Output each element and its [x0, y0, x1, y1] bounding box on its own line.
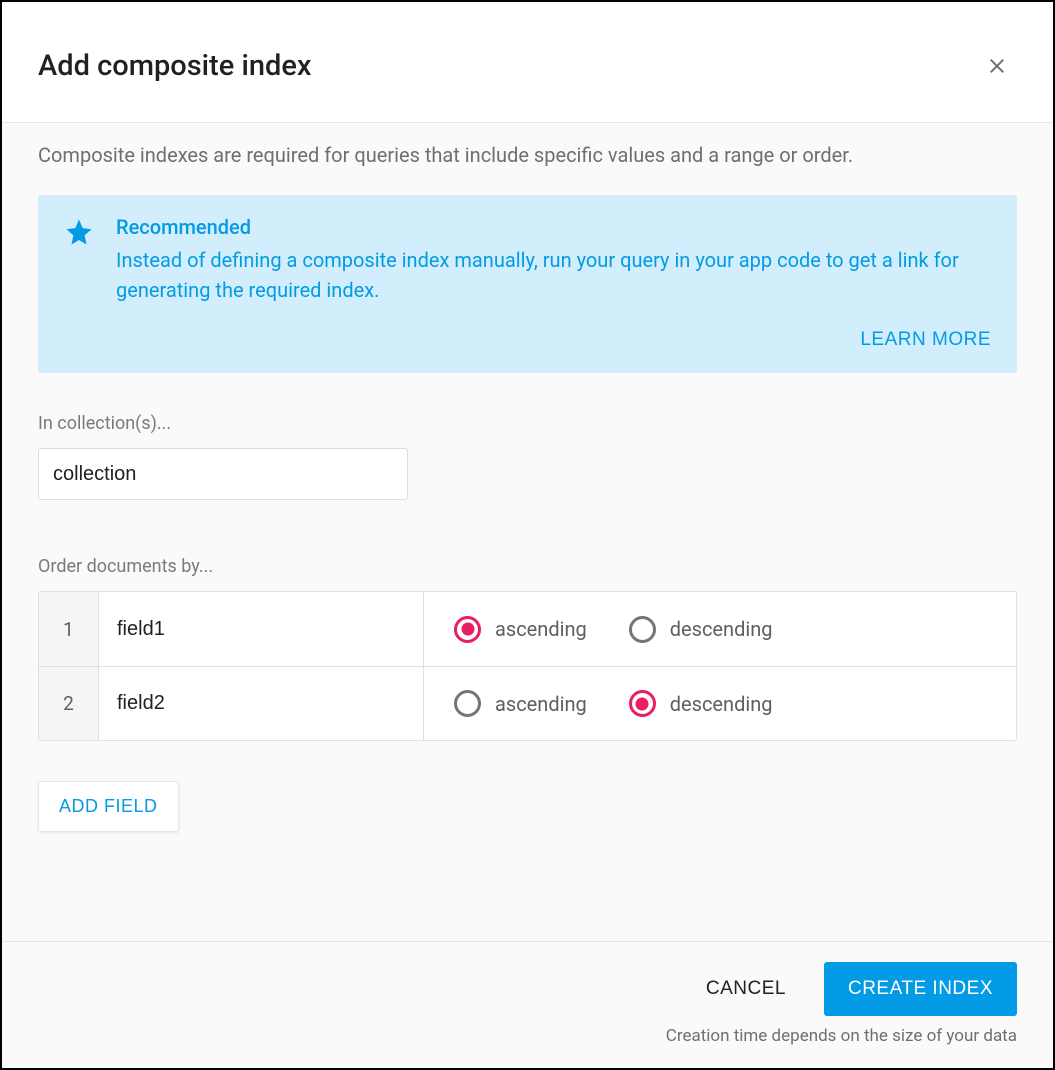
- ascending-radio[interactable]: ascending: [454, 690, 587, 717]
- star-icon: [64, 217, 94, 247]
- recommendation-banner: Recommended Instead of defining a compos…: [38, 195, 1017, 373]
- dialog-subtitle: Composite indexes are required for queri…: [38, 143, 1017, 167]
- order-table: 1 ascending descending: [38, 591, 1017, 741]
- ascending-radio[interactable]: ascending: [454, 616, 587, 643]
- footer-note: Creation time depends on the size of you…: [666, 1026, 1017, 1046]
- order-row: 2 ascending descending: [39, 666, 1016, 740]
- ascending-label: ascending: [495, 692, 587, 716]
- banner-content: Recommended Instead of defining a compos…: [64, 215, 991, 305]
- field-name-input[interactable]: [99, 592, 423, 666]
- field-name-input[interactable]: [99, 667, 423, 740]
- descending-label: descending: [670, 692, 773, 716]
- order-section: Order documents by... 1 ascending: [38, 556, 1017, 832]
- order-row: 1 ascending descending: [39, 592, 1016, 666]
- learn-more-button[interactable]: LEARN MORE: [860, 329, 991, 351]
- radio-icon: [629, 616, 656, 643]
- descending-label: descending: [670, 617, 773, 641]
- add-field-button[interactable]: ADD FIELD: [38, 781, 179, 832]
- order-label: Order documents by...: [38, 556, 1017, 577]
- collection-label: In collection(s)...: [38, 413, 1017, 434]
- add-composite-index-dialog: Add composite index Composite indexes ar…: [2, 2, 1053, 1068]
- close-icon: [985, 54, 1009, 78]
- cancel-button[interactable]: CANCEL: [696, 964, 796, 1014]
- create-index-button[interactable]: CREATE INDEX: [824, 962, 1017, 1016]
- dialog-header: Add composite index: [2, 2, 1053, 123]
- descending-radio[interactable]: descending: [629, 616, 773, 643]
- row-number: 2: [39, 667, 99, 740]
- dialog-title: Add composite index: [38, 49, 311, 83]
- dialog-body: Composite indexes are required for queri…: [2, 123, 1053, 941]
- banner-text: Instead of defining a composite index ma…: [116, 245, 991, 305]
- dialog-footer: CANCEL CREATE INDEX Creation time depend…: [2, 941, 1053, 1068]
- radio-icon: [629, 690, 656, 717]
- collection-input[interactable]: [38, 448, 408, 500]
- radio-icon: [454, 690, 481, 717]
- descending-radio[interactable]: descending: [629, 690, 773, 717]
- radio-icon: [454, 616, 481, 643]
- row-number: 1: [39, 592, 99, 666]
- close-button[interactable]: [977, 46, 1017, 86]
- banner-title: Recommended: [116, 215, 991, 239]
- ascending-label: ascending: [495, 617, 587, 641]
